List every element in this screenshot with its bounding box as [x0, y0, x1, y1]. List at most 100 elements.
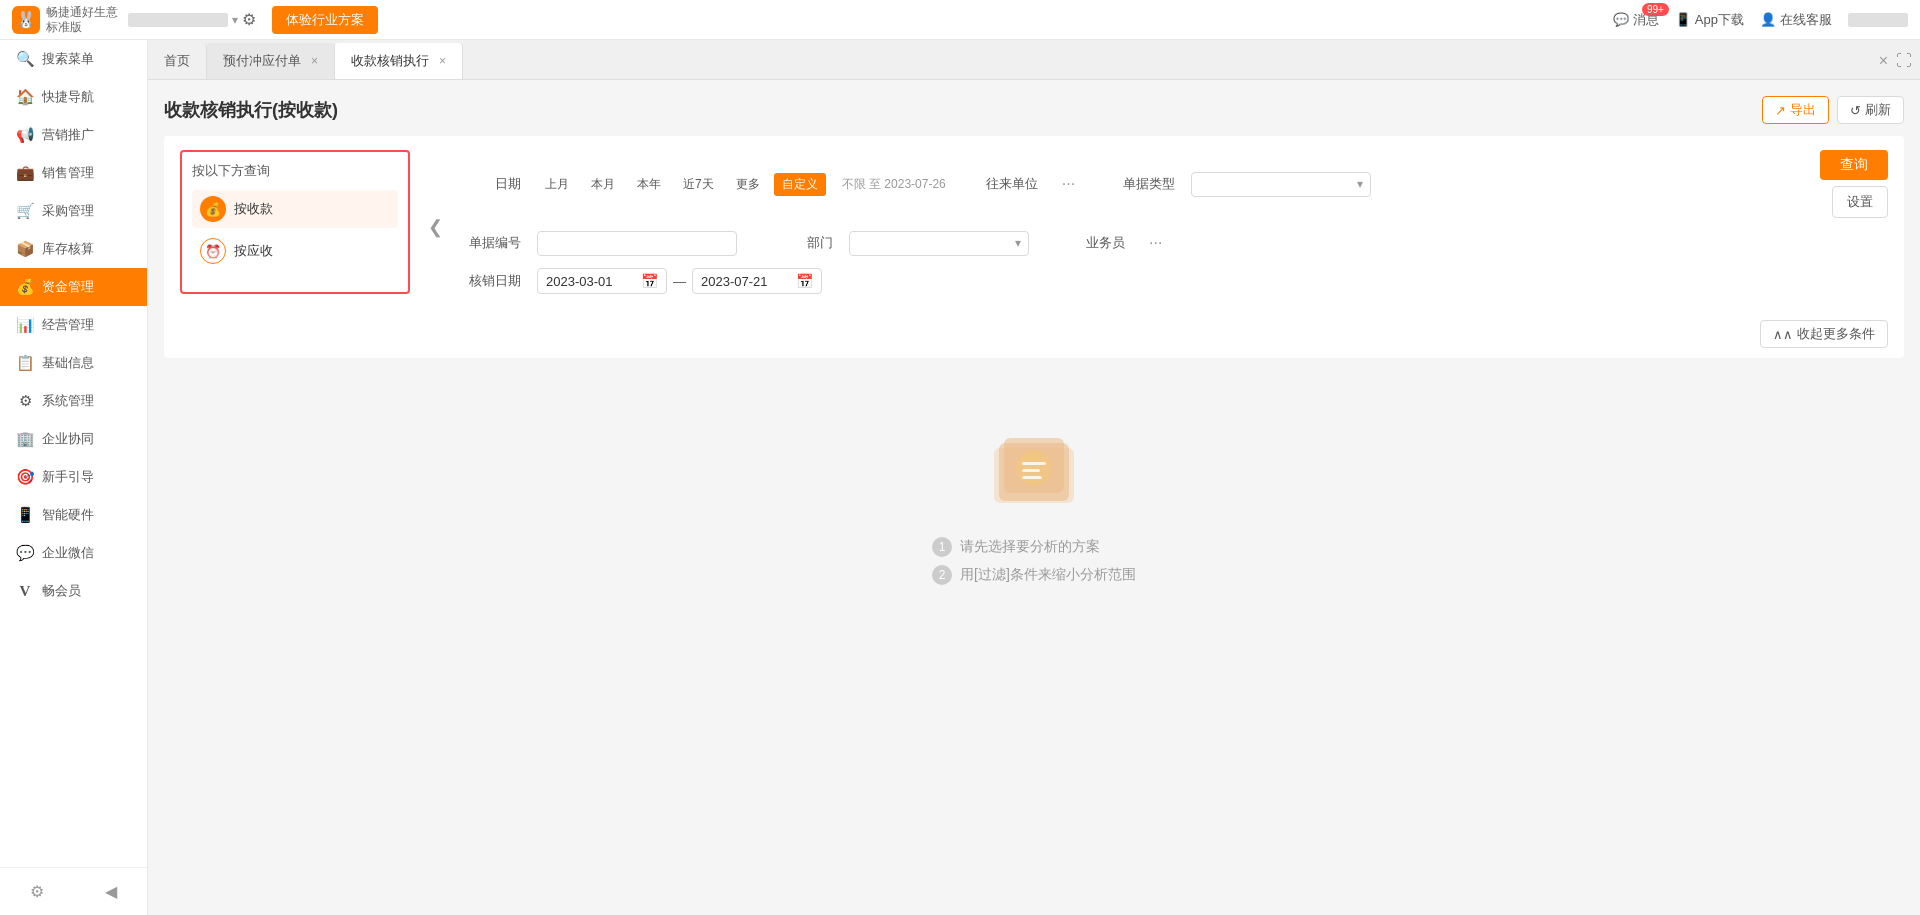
tab-receipt-offset[interactable]: 收款核销执行 ×	[335, 43, 463, 79]
sidebar-item-label: 销售管理	[42, 164, 94, 182]
sidebar-item-purchase[interactable]: 🛒 采购管理	[0, 192, 147, 230]
date-last-month-btn[interactable]: 上月	[537, 173, 577, 196]
topbar-chevron-icon[interactable]: ▾	[232, 13, 238, 27]
search-btn[interactable]: 查询	[1820, 150, 1888, 180]
by-receipt-label: 按收款	[234, 200, 273, 218]
inventory-icon: 📦	[16, 240, 34, 258]
sidebar-item-label: 资金管理	[42, 278, 94, 296]
sidebar-item-sales[interactable]: 💼 销售管理	[0, 154, 147, 192]
sidebar: 🔍 搜索菜单 🏠 快捷导航 📢 营销推广 💼 销售管理 🛒 采购管理 📦 库存核…	[0, 40, 148, 915]
sidebar-item-finance[interactable]: 💰 资金管理	[0, 268, 147, 306]
message-btn[interactable]: 💬 消息 99+	[1613, 11, 1659, 29]
tabs-bar: 首页 预付冲应付单 × 收款核销执行 × × ⛶	[148, 40, 1920, 80]
operation-icon: 📊	[16, 316, 34, 334]
date-7days-btn[interactable]: 近7天	[675, 173, 722, 196]
tab-home[interactable]: 首页	[148, 43, 207, 79]
by-receipt-icon: 💰	[200, 196, 226, 222]
sidebar-collapse-icon[interactable]: ◀	[93, 876, 129, 907]
sidebar-item-label: 新手引导	[42, 468, 94, 486]
fullscreen-icon[interactable]: ⛶	[1896, 52, 1912, 70]
filter-row-1: 日期 上月 本月 本年 近7天 更多 自定义 不限 至 2023-07-26 往…	[461, 150, 1888, 218]
refresh-btn[interactable]: ↺ 刷新	[1837, 96, 1904, 124]
doc-type-select-wrapper	[1191, 172, 1371, 197]
settings-btn[interactable]: 设置	[1832, 186, 1888, 218]
writeoff-date-end-input[interactable]: 2023-07-21 📅	[692, 268, 822, 294]
sidebar-item-enterprise[interactable]: 🏢 企业协同	[0, 420, 147, 458]
empty-illustration	[974, 418, 1094, 521]
sidebar-item-label: 畅会员	[42, 582, 81, 600]
collapse-more-icon: ∧∧	[1773, 327, 1793, 342]
sidebar-item-inventory[interactable]: 📦 库存核算	[0, 230, 147, 268]
sidebar-item-label: 经营管理	[42, 316, 94, 334]
salesperson-label: 业务员	[1065, 234, 1125, 252]
export-icon: ↗	[1775, 103, 1786, 118]
counterparty-label: 往来单位	[978, 175, 1038, 193]
dept-select[interactable]	[849, 231, 1029, 256]
by-receivable-label: 按应收	[234, 242, 273, 260]
salesperson-input[interactable]: ···	[1141, 230, 1170, 256]
filter-collapse-toggle[interactable]: ❮	[422, 216, 449, 238]
writeoff-date-start-input[interactable]: 2023-03-01 📅	[537, 268, 667, 294]
sidebar-item-basic-info[interactable]: 📋 基础信息	[0, 344, 147, 382]
filter-row-2: 单据编号 部门 业务员 ···	[461, 230, 1888, 256]
sidebar-item-guide[interactable]: 🎯 新手引导	[0, 458, 147, 496]
app-download-btn[interactable]: 📱 App下载	[1675, 11, 1744, 29]
collapse-more-section: ∧∧ 收起更多条件	[164, 320, 1904, 358]
close-tab-icon[interactable]: ×	[1879, 52, 1888, 70]
tab-prepay-offset-close[interactable]: ×	[311, 54, 318, 68]
sidebar-item-label: 采购管理	[42, 202, 94, 220]
sidebar-settings-icon[interactable]: ⚙	[18, 876, 56, 907]
marketing-icon: 📢	[16, 126, 34, 144]
filter-query-type: 按以下方查询 💰 按收款 ⏰ 按应收	[180, 150, 410, 294]
filter-row-3: 核销日期 2023-03-01 📅 — 2023-07-21 📅	[461, 268, 1888, 294]
empty-tip-1-text: 请先选择要分析的方案	[960, 538, 1100, 556]
date-quick-btns: 上月 本月 本年 近7天 更多 自定义	[537, 173, 826, 196]
sidebar-item-system[interactable]: ⚙ 系统管理	[0, 382, 147, 420]
doc-no-input[interactable]	[537, 231, 737, 256]
date-this-month-btn[interactable]: 本月	[583, 173, 623, 196]
filter-actions: 查询 设置	[1820, 150, 1888, 218]
sidebar-item-label: 快捷导航	[42, 88, 94, 106]
sidebar-item-wechat[interactable]: 💬 企业微信	[0, 534, 147, 572]
sidebar-item-hardware[interactable]: 📱 智能硬件	[0, 496, 147, 534]
empty-tip-1-num: 1	[932, 537, 952, 557]
topbar-right: 💬 消息 99+ 📱 App下载 👤 在线客服	[1613, 11, 1908, 29]
sidebar-bottom: ⚙ ◀	[0, 867, 147, 915]
date-more-btn[interactable]: 更多	[728, 173, 768, 196]
date-this-year-btn[interactable]: 本年	[629, 173, 669, 196]
logo-icon: 🐰	[12, 6, 40, 34]
filter-option-by-receipt[interactable]: 💰 按收款	[192, 190, 398, 228]
collapse-more-btn[interactable]: ∧∧ 收起更多条件	[1760, 320, 1888, 348]
svg-point-3	[1016, 450, 1052, 486]
page-header: 收款核销执行(按收款) ↗ 导出 ↺ 刷新	[164, 96, 1904, 124]
guide-icon: 🎯	[16, 468, 34, 486]
date-custom-btn[interactable]: 自定义	[774, 173, 826, 196]
collapse-left-icon: ❮	[428, 216, 443, 238]
tab-prepay-offset[interactable]: 预付冲应付单 ×	[207, 43, 335, 79]
doc-type-select[interactable]	[1191, 172, 1371, 197]
industry-btn[interactable]: 体验行业方案	[272, 6, 378, 34]
tab-receipt-offset-close[interactable]: ×	[439, 54, 446, 68]
search-menu-icon: 🔍	[16, 50, 34, 68]
sidebar-item-member[interactable]: V 畅会员	[0, 572, 147, 610]
sales-icon: 💼	[16, 164, 34, 182]
sidebar-item-label: 企业微信	[42, 544, 94, 562]
finance-icon: 💰	[16, 278, 34, 296]
sidebar-item-label: 企业协同	[42, 430, 94, 448]
export-btn[interactable]: ↗ 导出	[1762, 96, 1829, 124]
sidebar-item-marketing[interactable]: 📢 营销推广	[0, 116, 147, 154]
counterparty-input[interactable]: ···	[1054, 171, 1083, 197]
svg-rect-4	[1022, 462, 1046, 465]
sidebar-item-quick-nav[interactable]: 🏠 快捷导航	[0, 78, 147, 116]
service-btn[interactable]: 👤 在线客服	[1760, 11, 1832, 29]
empty-tips: 1 请先选择要分析的方案 2 用[过滤]条件来缩小分析范围	[932, 537, 1136, 585]
sidebar-item-search-menu[interactable]: 🔍 搜索菜单	[0, 40, 147, 78]
sidebar-item-operation[interactable]: 📊 经营管理	[0, 306, 147, 344]
calendar-end-icon: 📅	[796, 273, 813, 289]
user-info-blurred	[1848, 13, 1908, 27]
topbar-gear-icon[interactable]: ⚙	[242, 10, 256, 29]
filter-option-by-receivable[interactable]: ⏰ 按应收	[192, 232, 398, 270]
sidebar-item-label: 智能硬件	[42, 506, 94, 524]
filter-fields: 日期 上月 本月 本年 近7天 更多 自定义 不限 至 2023-07-26 往…	[461, 150, 1888, 294]
svg-rect-6	[1022, 476, 1042, 479]
